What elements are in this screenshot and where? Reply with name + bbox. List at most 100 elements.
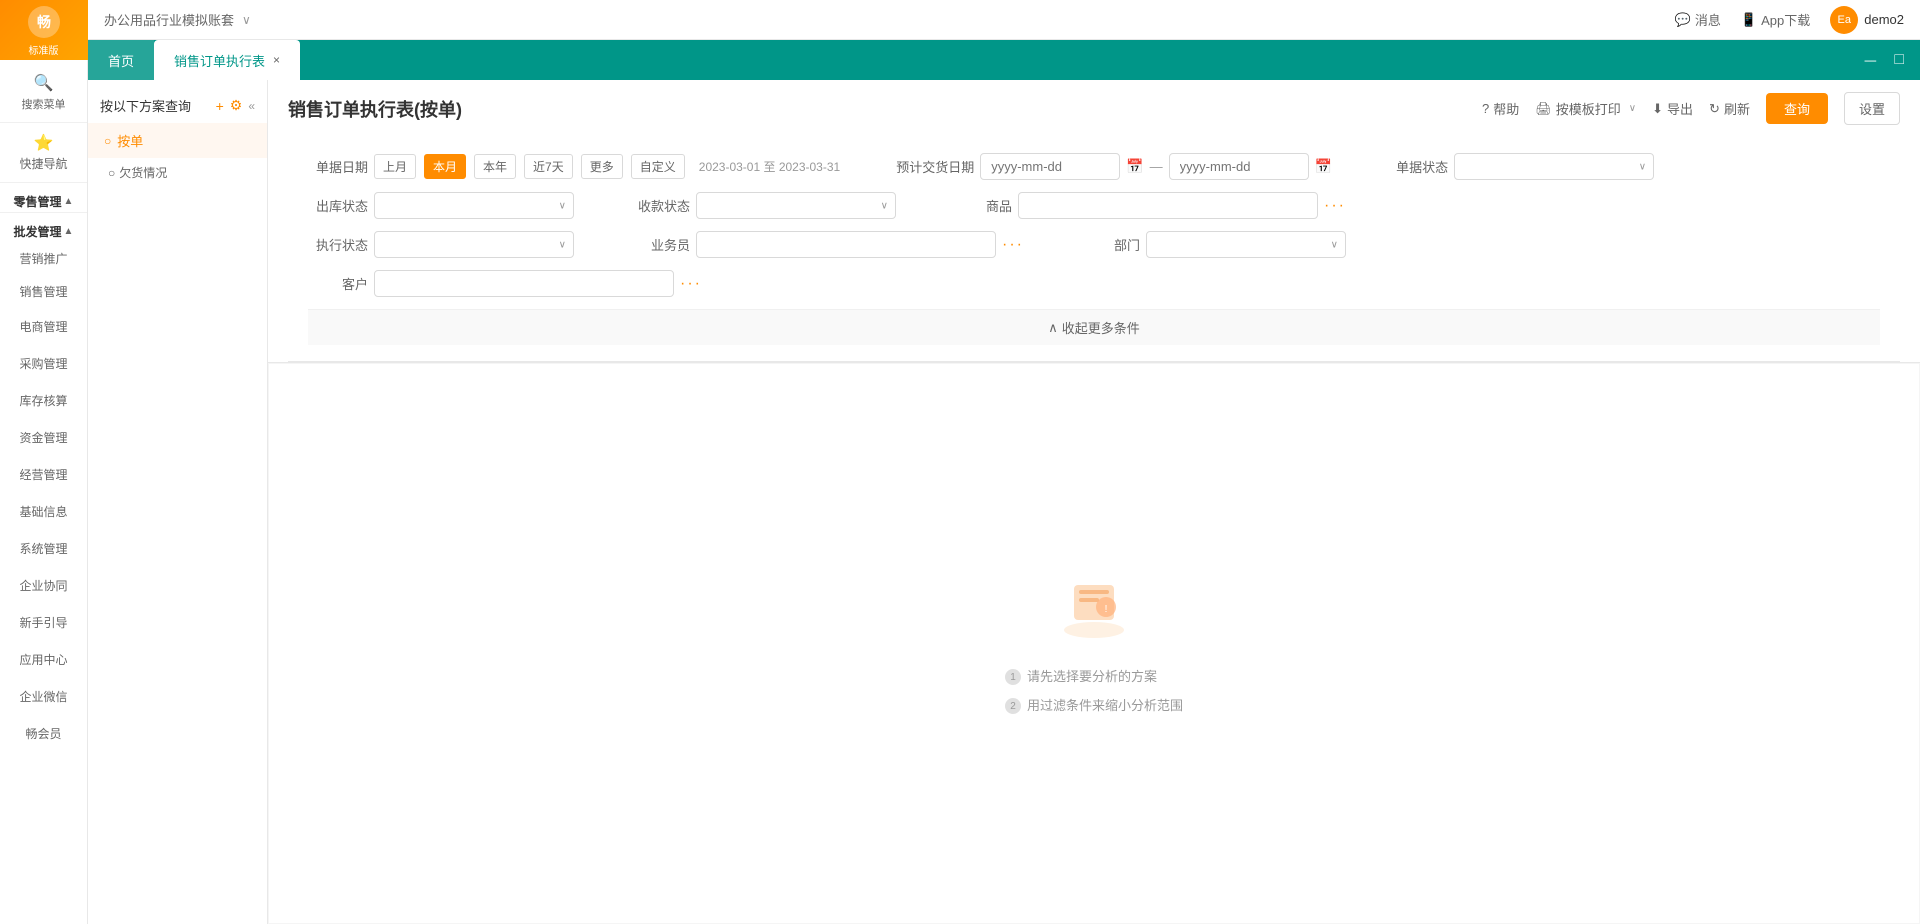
- left-panel: 按以下方案查询 + ⚙ « ○ 按单 ○ 欠货情况: [88, 80, 268, 924]
- logo[interactable]: 畅 标准版: [0, 0, 88, 60]
- refresh-button[interactable]: ↻ 刷新: [1709, 99, 1750, 118]
- sidebar: 畅 标准版 🔍 搜索菜单 ⭐ 快捷导航 零售管理 ▲ 批发管理 ▲ 营销推广 销…: [0, 0, 88, 924]
- user-profile[interactable]: Ea demo2: [1830, 6, 1904, 34]
- sidebar-item-inventory[interactable]: 库存核算: [0, 382, 87, 419]
- filter-section: 单据日期 上月 本月 本年 近7天 更多 自定义 2023-03-01 至 20…: [288, 137, 1900, 362]
- sidebar-item-enterprise[interactable]: 企业协同: [0, 567, 87, 604]
- sidebar-item-basic[interactable]: 基础信息: [0, 493, 87, 530]
- page-header-actions: ? 帮助 🖨 按模板打印 ∨ ⬇ 导出 ↻: [1482, 92, 1900, 125]
- filter-exec-status-item: 执行状态: [308, 231, 574, 258]
- dept-select[interactable]: [1146, 231, 1346, 258]
- settings-button[interactable]: 设置: [1844, 92, 1900, 125]
- app-download-button[interactable]: 📱 App下载: [1741, 10, 1810, 29]
- tab-close-icon[interactable]: ×: [273, 53, 280, 67]
- empty-state: ! 1 请先选择要分析的方案 2 用过滤条件来缩小分析范围: [269, 364, 1919, 923]
- sidebar-item-operations[interactable]: 经营管理: [0, 456, 87, 493]
- product-input[interactable]: [1018, 192, 1318, 219]
- date-btn-7days[interactable]: 近7天: [524, 154, 573, 179]
- date-btn-this-month[interactable]: 本月: [424, 154, 466, 179]
- tab-right-actions: － □: [1858, 44, 1920, 76]
- expected-date-from[interactable]: [980, 153, 1120, 180]
- debt-label: 欠货情况: [119, 164, 167, 181]
- left-panel-item-debt[interactable]: ○ 欠货情况: [88, 158, 267, 187]
- collapse-more-btn[interactable]: ∧ 收起更多条件: [308, 309, 1880, 345]
- receipt-status-select-wrap: [696, 192, 896, 219]
- filter-order-status-item: 单据状态: [1388, 153, 1654, 180]
- date-range-text: 2023-03-01 至 2023-03-31: [699, 158, 840, 175]
- date-quick-buttons: 上月 本月 本年 近7天 更多 自定义: [374, 154, 685, 179]
- product-label: 商品: [952, 196, 1012, 215]
- date-btn-this-year[interactable]: 本年: [474, 154, 516, 179]
- export-button[interactable]: ⬇ 导出: [1652, 99, 1693, 118]
- receipt-status-select[interactable]: [696, 192, 896, 219]
- sidebar-section-retail-label[interactable]: 零售管理 ▲: [0, 183, 87, 212]
- calendar-icon-2[interactable]: 📅: [1315, 158, 1332, 175]
- print-button[interactable]: 🖨 按模板打印 ∨: [1535, 99, 1636, 118]
- query-button[interactable]: 查询: [1766, 93, 1828, 124]
- step-1-text: 请先选择要分析的方案: [1027, 664, 1157, 690]
- main-area: 办公用品行业模拟账套 ∨ 💬 消息 📱 App下载 Ea demo2 首页: [88, 0, 1920, 924]
- sidebar-item-marketing[interactable]: 营销推广: [0, 242, 87, 275]
- left-panel-add-btn[interactable]: +: [216, 98, 224, 114]
- sidebar-section-wholesale-label[interactable]: 批发管理 ▲: [0, 213, 87, 242]
- expected-date-label: 预计交货日期: [896, 157, 974, 176]
- page-title-row: 销售订单执行表(按单) ? 帮助 🖨 按模板打印 ∨ ⬇: [288, 92, 1900, 125]
- tab-bar: 首页 销售订单执行表 × － □: [88, 40, 1920, 80]
- sidebar-item-member[interactable]: 畅会员: [0, 715, 87, 752]
- order-status-select[interactable]: [1454, 153, 1654, 180]
- left-panel-settings-btn[interactable]: ⚙: [230, 97, 243, 114]
- tab-home[interactable]: 首页: [88, 40, 154, 80]
- sidebar-item-purchase[interactable]: 采购管理: [0, 345, 87, 382]
- product-dots[interactable]: ···: [1324, 197, 1346, 215]
- customer-dots[interactable]: ···: [680, 275, 702, 293]
- sidebar-item-guide[interactable]: 新手引导: [0, 604, 87, 641]
- out-status-select[interactable]: [374, 192, 574, 219]
- page-title: 销售订单执行表(按单): [288, 96, 462, 122]
- salesperson-input[interactable]: [696, 231, 996, 258]
- filter-product-item: 商品 ···: [952, 192, 1346, 219]
- left-panel-header: 按以下方案查询 + ⚙ «: [88, 88, 267, 123]
- wholesale-arrow: ▲: [64, 226, 74, 237]
- order-status-label: 单据状态: [1388, 157, 1448, 176]
- header-right-actions: 💬 消息 📱 App下载 Ea demo2: [1675, 6, 1904, 34]
- date-btn-last-month[interactable]: 上月: [374, 154, 416, 179]
- message-button[interactable]: 💬 消息: [1675, 10, 1721, 29]
- sidebar-item-system[interactable]: 系统管理: [0, 530, 87, 567]
- exec-status-select-wrap: [374, 231, 574, 258]
- sidebar-item-quick-nav[interactable]: ⭐ 快捷导航: [0, 123, 87, 182]
- date-btn-more[interactable]: 更多: [581, 154, 623, 179]
- customer-input[interactable]: [374, 270, 674, 297]
- filter-out-status-item: 出库状态: [308, 192, 574, 219]
- date-btn-custom[interactable]: 自定义: [631, 154, 685, 179]
- tab-minimize-btn[interactable]: －: [1858, 44, 1882, 76]
- collapse-label: 收起更多条件: [1062, 318, 1140, 337]
- sidebar-item-sales[interactable]: 销售管理: [0, 275, 87, 308]
- left-panel-collapse-btn[interactable]: «: [248, 99, 255, 113]
- collapse-icon: ∧: [1048, 320, 1058, 336]
- filter-date-item: 单据日期 上月 本月 本年 近7天 更多 自定义 2023-03-01 至 20…: [308, 154, 840, 179]
- press-order-label: 按单: [117, 131, 143, 150]
- salesperson-dots[interactable]: ···: [1002, 236, 1024, 254]
- download-icon: 📱: [1741, 12, 1757, 28]
- filter-receipt-status-item: 收款状态: [630, 192, 896, 219]
- tab-maximize-btn[interactable]: □: [1890, 47, 1908, 73]
- print-dropdown-icon[interactable]: ∨: [1629, 103, 1636, 114]
- exec-status-select[interactable]: [374, 231, 574, 258]
- user-name: demo2: [1864, 12, 1904, 27]
- sidebar-search[interactable]: 🔍 搜索菜单: [0, 60, 87, 123]
- breadcrumb-dropdown-icon[interactable]: ∨: [242, 13, 251, 27]
- left-panel-item-press-order[interactable]: ○ 按单: [88, 123, 267, 158]
- expected-date-to[interactable]: [1169, 153, 1309, 180]
- filter-expected-date-item: 预计交货日期 📅 — 📅: [896, 153, 1332, 180]
- tab-sales-order[interactable]: 销售订单执行表 ×: [154, 40, 300, 80]
- calendar-icon-1[interactable]: 📅: [1126, 158, 1143, 175]
- debt-icon: ○: [108, 166, 115, 180]
- help-button[interactable]: ? 帮助: [1482, 99, 1519, 118]
- sidebar-item-ecommerce[interactable]: 电商管理: [0, 308, 87, 345]
- expected-date-range: 📅 — 📅: [980, 153, 1332, 180]
- left-panel-action-group: + ⚙ «: [216, 97, 255, 114]
- out-status-select-wrap: [374, 192, 574, 219]
- sidebar-item-appcenter[interactable]: 应用中心: [0, 641, 87, 678]
- sidebar-item-finance[interactable]: 资金管理: [0, 419, 87, 456]
- sidebar-item-wechat[interactable]: 企业微信: [0, 678, 87, 715]
